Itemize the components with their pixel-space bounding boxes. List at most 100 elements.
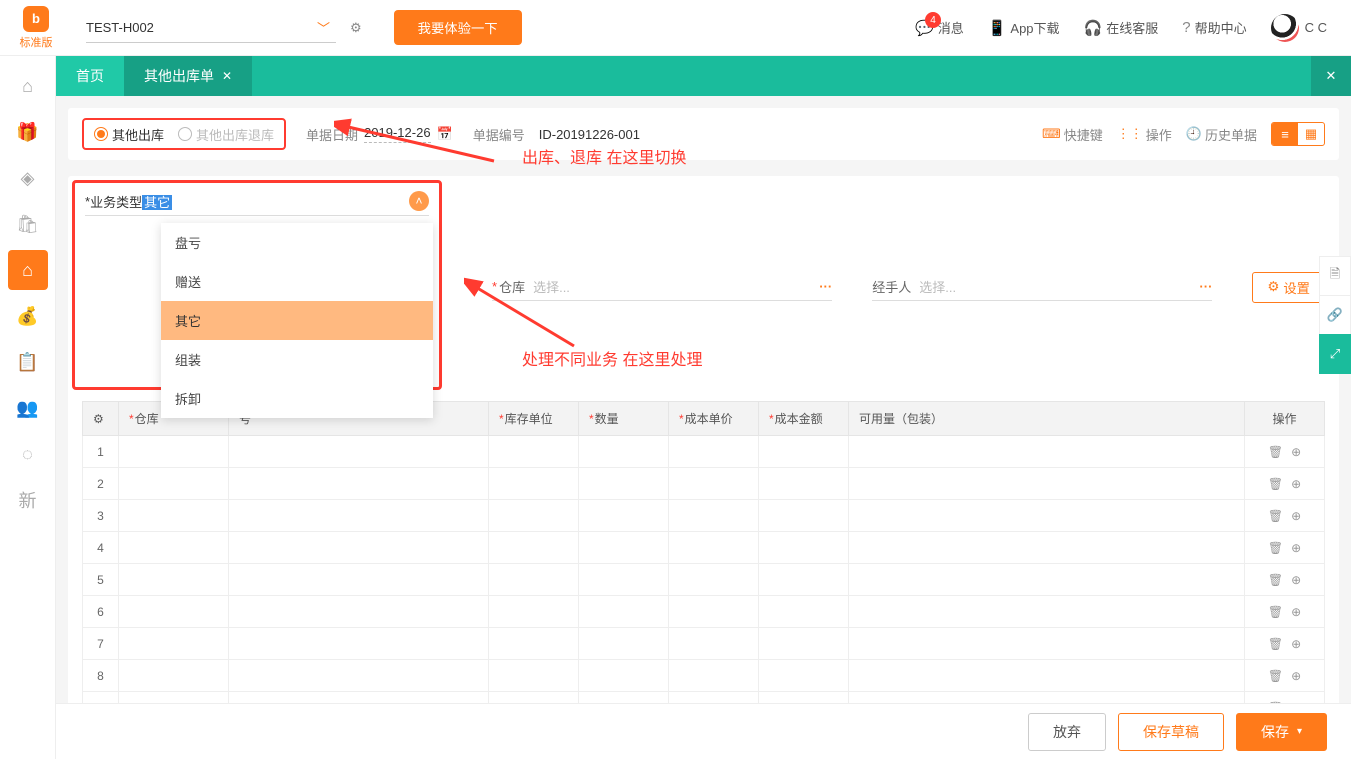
dropdown-option-loss[interactable]: 盘亏	[161, 223, 433, 262]
avatar	[1271, 14, 1299, 42]
table-row[interactable]: 8🗑⊕	[83, 660, 1325, 692]
handler-filter[interactable]: 经手人 选择... ···	[872, 277, 1212, 301]
left-sidebar: ⌂ 🎁 ◈ 🛍 ⌂ 💰 📋 👥 ◌ 新	[0, 56, 56, 759]
settings-button[interactable]: ⚙设置	[1252, 272, 1325, 303]
save-draft-button[interactable]: 保存草稿	[1118, 713, 1224, 751]
add-icon[interactable]: ⊕	[1291, 669, 1301, 683]
app-download-link[interactable]: 📱 App下载	[988, 18, 1060, 37]
messages-link[interactable]: 💬 消息 4	[915, 18, 964, 37]
sidebar-clipboard-icon[interactable]: 📋	[8, 342, 48, 382]
rail-expand-icon[interactable]: ⤢	[1319, 334, 1351, 374]
radio-other-outbound-return[interactable]: 其他出库退库	[178, 125, 274, 144]
float-rail: 🗎 🔗 ⤢	[1319, 256, 1351, 373]
table-settings-header[interactable]: ⚙	[83, 402, 119, 436]
dropdown-option-disassemble[interactable]: 拆卸	[161, 379, 433, 418]
delete-icon[interactable]: 🗑	[1268, 637, 1283, 651]
more-icon[interactable]: ···	[1199, 279, 1212, 294]
delete-icon[interactable]: 🗑	[1268, 477, 1283, 491]
hotkey-link[interactable]: ⌨快捷键	[1042, 125, 1103, 144]
delete-icon[interactable]: 🗑	[1268, 573, 1283, 587]
sidebar-sync-icon[interactable]: ◌	[8, 434, 48, 474]
dropdown-option-gift[interactable]: 赠送	[161, 262, 433, 301]
add-icon[interactable]: ⊕	[1291, 637, 1301, 651]
app-download-label: App下载	[1010, 18, 1059, 37]
dropdown-option-other[interactable]: 其它	[161, 301, 433, 340]
rail-note-icon[interactable]: 🗎	[1319, 256, 1351, 296]
history-link[interactable]: 🕘历史单据	[1186, 125, 1257, 144]
delete-icon[interactable]: 🗑	[1268, 669, 1283, 683]
delete-icon[interactable]: 🗑	[1268, 445, 1283, 459]
tab-close-icon[interactable]: ✕	[222, 69, 232, 83]
sidebar-gift-icon[interactable]: 🎁	[8, 112, 48, 152]
company-select[interactable]: TEST-H002 ﹀	[86, 13, 336, 43]
settings-label: 设置	[1283, 278, 1310, 297]
company-value: TEST-H002	[86, 20, 154, 35]
dropdown-option-assemble[interactable]: 组装	[161, 340, 433, 379]
row-index: 2	[83, 468, 119, 500]
add-icon[interactable]: ⊕	[1291, 445, 1301, 459]
business-type-value[interactable]: 其它	[142, 192, 172, 211]
sidebar-new-icon[interactable]: 新	[8, 480, 48, 520]
delete-icon[interactable]: 🗑	[1268, 541, 1283, 555]
help-center-link[interactable]: ? 帮助中心	[1182, 18, 1246, 37]
table-row[interactable]: 1 🗑 ⊕	[83, 436, 1325, 468]
radio-other-outbound[interactable]: 其他出库	[94, 125, 164, 144]
abandon-button[interactable]: 放弃	[1028, 713, 1106, 751]
main-area: 首页 其他出库单 ✕ ✕ 其他出库 其他出库退库	[56, 56, 1351, 759]
tabs-close-all[interactable]: ✕	[1311, 56, 1351, 96]
tab-other-outbound[interactable]: 其他出库单 ✕	[124, 56, 252, 96]
table-row[interactable]: 2 🗑 ⊕	[83, 468, 1325, 500]
add-icon[interactable]: ⊕	[1291, 573, 1301, 587]
user-menu[interactable]: C C	[1271, 14, 1327, 42]
save-button[interactable]: 保存▾	[1236, 713, 1327, 751]
tab-home[interactable]: 首页	[56, 56, 124, 96]
add-icon[interactable]: ⊕	[1291, 605, 1301, 619]
hotkey-label: 快捷键	[1064, 125, 1103, 144]
trial-button[interactable]: 我要体验一下	[394, 10, 522, 45]
online-service-link[interactable]: 🎧 在线客服	[1084, 18, 1159, 37]
view-list-icon[interactable]: ≡	[1272, 123, 1298, 145]
business-type-selected-text: 其它	[142, 195, 172, 210]
table-row[interactable]: 6🗑⊕	[83, 596, 1325, 628]
sidebar-contacts-icon[interactable]: 👥	[8, 388, 48, 428]
row-index: 1	[83, 436, 119, 468]
sidebar-diamond-icon[interactable]: ◈	[8, 158, 48, 198]
save-label: 保存	[1261, 722, 1289, 742]
user-name: C C	[1305, 20, 1327, 35]
table-row[interactable]: 7🗑⊕	[83, 628, 1325, 660]
sidebar-money-icon[interactable]: 💰	[8, 296, 48, 336]
sidebar-warehouse-icon[interactable]: ⌂	[8, 250, 48, 290]
table-row[interactable]: 9🗑⊕	[83, 692, 1325, 704]
doc-date-value[interactable]: 2019-12-26	[364, 125, 431, 143]
business-type-highlight-box: * 业务类型 其它 ˄ 盘亏 赠送 其它 组装 拆卸	[72, 180, 442, 390]
row-index: 5	[83, 564, 119, 596]
handler-label: 经手人	[872, 277, 911, 296]
view-toggle: ≡ ▦	[1271, 122, 1325, 146]
col-cost-amount: *成本金额	[759, 402, 849, 436]
calendar-icon[interactable]: 📅	[437, 126, 453, 142]
warehouse-filter[interactable]: * 仓库 选择... ···	[492, 277, 832, 301]
add-icon[interactable]: ⊕	[1291, 541, 1301, 555]
filter-card: * 业务类型 其它 ˄ 盘亏 赠送 其它 组装 拆卸	[68, 176, 1339, 703]
handler-placeholder: 选择...	[919, 277, 1191, 296]
delete-icon[interactable]: 🗑	[1268, 605, 1283, 619]
view-card-icon[interactable]: ▦	[1298, 123, 1324, 145]
hotkey-icon: ⌨	[1042, 126, 1061, 142]
chevron-up-icon[interactable]: ˄	[409, 191, 429, 211]
edition-label: 标准版	[20, 34, 53, 50]
more-icon[interactable]: ···	[819, 279, 832, 294]
items-table: ⚙ *仓库 号 *库存单位 *数量 *成本单价 *成本金额 可用量（包装） 操作	[82, 401, 1325, 703]
table-row[interactable]: 3🗑⊕	[83, 500, 1325, 532]
table-row[interactable]: 5 🗑 ⊕	[83, 564, 1325, 596]
sidebar-home-icon[interactable]: ⌂	[8, 66, 48, 106]
sidebar-bag-icon[interactable]: 🛍	[8, 204, 48, 244]
add-icon[interactable]: ⊕	[1291, 477, 1301, 491]
operate-link[interactable]: ⋮⋮操作	[1117, 125, 1172, 144]
table-row[interactable]: 4🗑⊕	[83, 532, 1325, 564]
add-icon[interactable]: ⊕	[1291, 509, 1301, 523]
gear-icon[interactable]: ⚙	[350, 20, 362, 36]
rail-link-icon[interactable]: 🔗	[1319, 295, 1351, 335]
delete-icon[interactable]: 🗑	[1268, 509, 1283, 523]
doc-no-value: ID-20191226-001	[539, 127, 640, 142]
operate-label: 操作	[1146, 125, 1172, 144]
